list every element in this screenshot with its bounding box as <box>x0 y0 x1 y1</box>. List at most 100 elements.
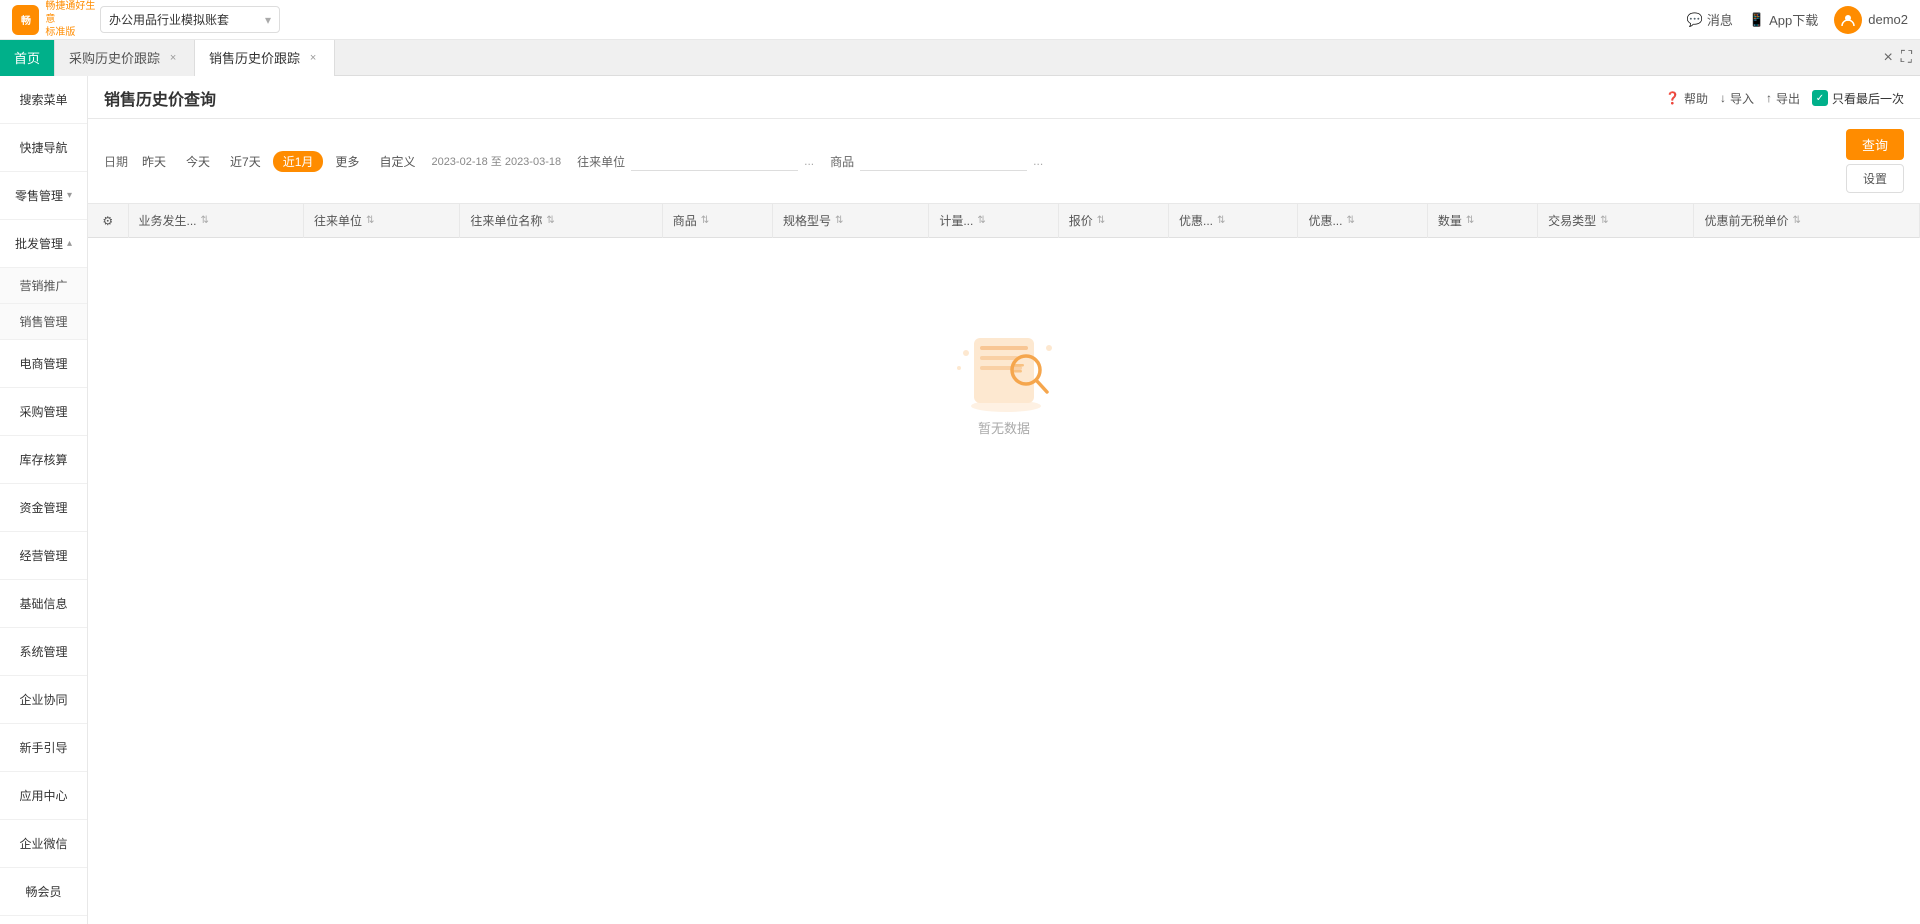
help-button[interactable]: ❓ 帮助 <box>1665 90 1708 107</box>
sidebar-item-ecommerce[interactable]: 电商管理 <box>0 340 87 388</box>
logo: 畅 畅捷通好生意 标准版 <box>12 0 100 39</box>
content-area: 销售历史价查询 ❓ 帮助 ↓ 导入 ↑ 导出 ✓ 只看最后一次 <box>88 76 1920 924</box>
settings-icon: ⚙ <box>102 214 113 228</box>
sales-history-tab-close[interactable]: × <box>306 51 320 65</box>
purchase-history-tab-close[interactable]: × <box>166 51 180 65</box>
table-wrapper: ⚙ 业务发生... ⇅ 往来单位 ⇅ <box>88 204 1920 924</box>
col-quote-label: 报价 <box>1069 212 1093 229</box>
settings-button[interactable]: 设置 <box>1846 164 1904 193</box>
sidebar-item-quick-nav[interactable]: 快捷导航 <box>0 124 87 172</box>
sort-icon-discount2: ⇅ <box>1346 215 1354 226</box>
goods-ellipsis[interactable]: ... <box>1033 154 1043 168</box>
close-tab-button[interactable]: × <box>1883 49 1892 67</box>
sort-icon-quote: ⇅ <box>1097 215 1105 226</box>
col-spec[interactable]: 规格型号 ⇅ <box>773 204 929 238</box>
counterpart-input[interactable] <box>631 152 798 171</box>
sidebar-item-system[interactable]: 系统管理 <box>0 628 87 676</box>
col-biz-date-label: 业务发生... <box>139 212 197 229</box>
message-label: 消息 <box>1707 10 1733 29</box>
sidebar-item-retail[interactable]: 零售管理 ▾ <box>0 172 87 220</box>
message-button[interactable]: 💬 消息 <box>1687 10 1733 29</box>
app-download-button[interactable]: 📱 App下载 <box>1749 10 1818 29</box>
sidebar-item-marketing[interactable]: 营销推广 <box>0 268 87 304</box>
col-trade-type[interactable]: 交易类型 ⇅ <box>1538 204 1694 238</box>
home-tab-label: 首页 <box>14 48 40 67</box>
col-counterpart-name-label: 往来单位名称 <box>470 212 542 229</box>
col-discount2[interactable]: 优惠... ⇅ <box>1298 204 1427 238</box>
sidebar: 搜索菜单 快捷导航 零售管理 ▾ 批发管理 ▴ 营销推广 销售管理 电商管理 采… <box>0 76 88 924</box>
sort-icon-discount1: ⇅ <box>1217 215 1225 226</box>
company-selector[interactable]: 办公用品行业模拟账套 ▾ <box>100 6 280 33</box>
sidebar-item-wechat[interactable]: 企业微信 <box>0 820 87 868</box>
user-menu[interactable]: demo2 <box>1834 6 1908 34</box>
date-opt-7days[interactable]: 近7天 <box>222 151 269 172</box>
counterpart-ellipsis[interactable]: ... <box>804 154 814 168</box>
sidebar-item-purchase[interactable]: 采购管理 <box>0 388 87 436</box>
sidebar-item-member[interactable]: 畅会员 <box>0 868 87 916</box>
tab-purchase-history[interactable]: 采购历史价跟踪 × <box>55 40 195 76</box>
query-button[interactable]: 查询 <box>1846 129 1904 160</box>
avatar <box>1834 6 1862 34</box>
col-unit[interactable]: 计量... ⇅ <box>929 204 1058 238</box>
goods-input[interactable] <box>860 152 1027 171</box>
export-button[interactable]: ↑ 导出 <box>1766 90 1800 107</box>
sort-icon-biz-date: ⇅ <box>201 215 209 226</box>
sidebar-item-inventory[interactable]: 库存核算 <box>0 436 87 484</box>
search-label: 搜索菜单 <box>19 91 67 108</box>
system-label: 系统管理 <box>19 643 67 660</box>
ecommerce-label: 电商管理 <box>19 355 67 372</box>
tab-home[interactable]: 首页 <box>0 40 55 76</box>
date-opt-1month[interactable]: 近1月 <box>273 151 324 172</box>
sales-mgmt-label: 销售管理 <box>19 313 67 330</box>
col-discount1[interactable]: 优惠... ⇅ <box>1169 204 1298 238</box>
chevron-down-icon: ▾ <box>265 13 271 27</box>
col-counterpart-code[interactable]: 往来单位 ⇅ <box>304 204 460 238</box>
app-icon: 📱 <box>1749 12 1765 28</box>
tab-sales-history[interactable]: 销售历史价跟踪 × <box>195 40 335 76</box>
col-pretax-price-label: 优惠前无税单价 <box>1704 212 1788 229</box>
col-qty[interactable]: 数量 ⇅ <box>1427 204 1537 238</box>
enterprise-label: 企业协同 <box>19 691 67 708</box>
col-settings[interactable]: ⚙ <box>88 204 128 238</box>
page-header: 销售历史价查询 ❓ 帮助 ↓ 导入 ↑ 导出 ✓ 只看最后一次 <box>88 76 1920 119</box>
sidebar-item-sales-mgmt[interactable]: 销售管理 <box>0 304 87 340</box>
date-opt-today[interactable]: 今天 <box>178 151 218 172</box>
sidebar-item-enterprise[interactable]: 企业协同 <box>0 676 87 724</box>
logo-text-line1: 畅捷通好生意 <box>45 0 100 26</box>
sidebar-item-search[interactable]: 搜索菜单 <box>0 76 87 124</box>
col-quote[interactable]: 报价 ⇅ <box>1058 204 1168 238</box>
maximize-button[interactable]: ⛶ <box>1901 49 1912 67</box>
goods-label: 商品 <box>830 153 854 170</box>
sidebar-item-guide[interactable]: 新手引导 <box>0 724 87 772</box>
member-label: 畅会员 <box>25 883 61 900</box>
checkbox-label: 只看最后一次 <box>1832 90 1904 107</box>
col-unit-label: 计量... <box>939 212 973 229</box>
sidebar-item-basic-info[interactable]: 基础信息 <box>0 580 87 628</box>
col-biz-date[interactable]: 业务发生... ⇅ <box>128 204 304 238</box>
sidebar-item-wholesale[interactable]: 批发管理 ▴ <box>0 220 87 268</box>
col-pretax-price[interactable]: 优惠前无税单价 ⇅ <box>1694 204 1920 238</box>
col-qty-label: 数量 <box>1438 212 1462 229</box>
import-button[interactable]: ↓ 导入 <box>1720 90 1754 107</box>
basic-info-label: 基础信息 <box>19 595 67 612</box>
empty-text: 暂无数据 <box>978 418 1030 437</box>
help-label: 帮助 <box>1684 90 1708 107</box>
col-counterpart-name[interactable]: 往来单位名称 ⇅ <box>460 204 662 238</box>
date-opt-more[interactable]: 更多 <box>327 151 367 172</box>
sidebar-item-app-center[interactable]: 应用中心 <box>0 772 87 820</box>
data-table: ⚙ 业务发生... ⇅ 往来单位 ⇅ <box>88 204 1920 238</box>
date-opt-yesterday[interactable]: 昨天 <box>134 151 174 172</box>
last-only-checkbox[interactable]: ✓ 只看最后一次 <box>1812 90 1904 107</box>
sort-icon-spec: ⇅ <box>835 215 843 226</box>
wechat-label: 企业微信 <box>19 835 67 852</box>
company-name: 办公用品行业模拟账套 <box>109 11 229 28</box>
date-opt-custom[interactable]: 自定义 <box>371 151 423 172</box>
sidebar-item-operation[interactable]: 经营管理 <box>0 532 87 580</box>
sidebar-item-finance[interactable]: 资金管理 <box>0 484 87 532</box>
col-goods[interactable]: 商品 ⇅ <box>662 204 772 238</box>
empty-illustration <box>944 318 1064 418</box>
empty-state: 暂无数据 <box>88 318 1920 437</box>
export-icon: ↑ <box>1766 91 1772 105</box>
svg-text:畅: 畅 <box>21 14 31 27</box>
filter-action-buttons: 查询 设置 <box>1846 129 1904 193</box>
